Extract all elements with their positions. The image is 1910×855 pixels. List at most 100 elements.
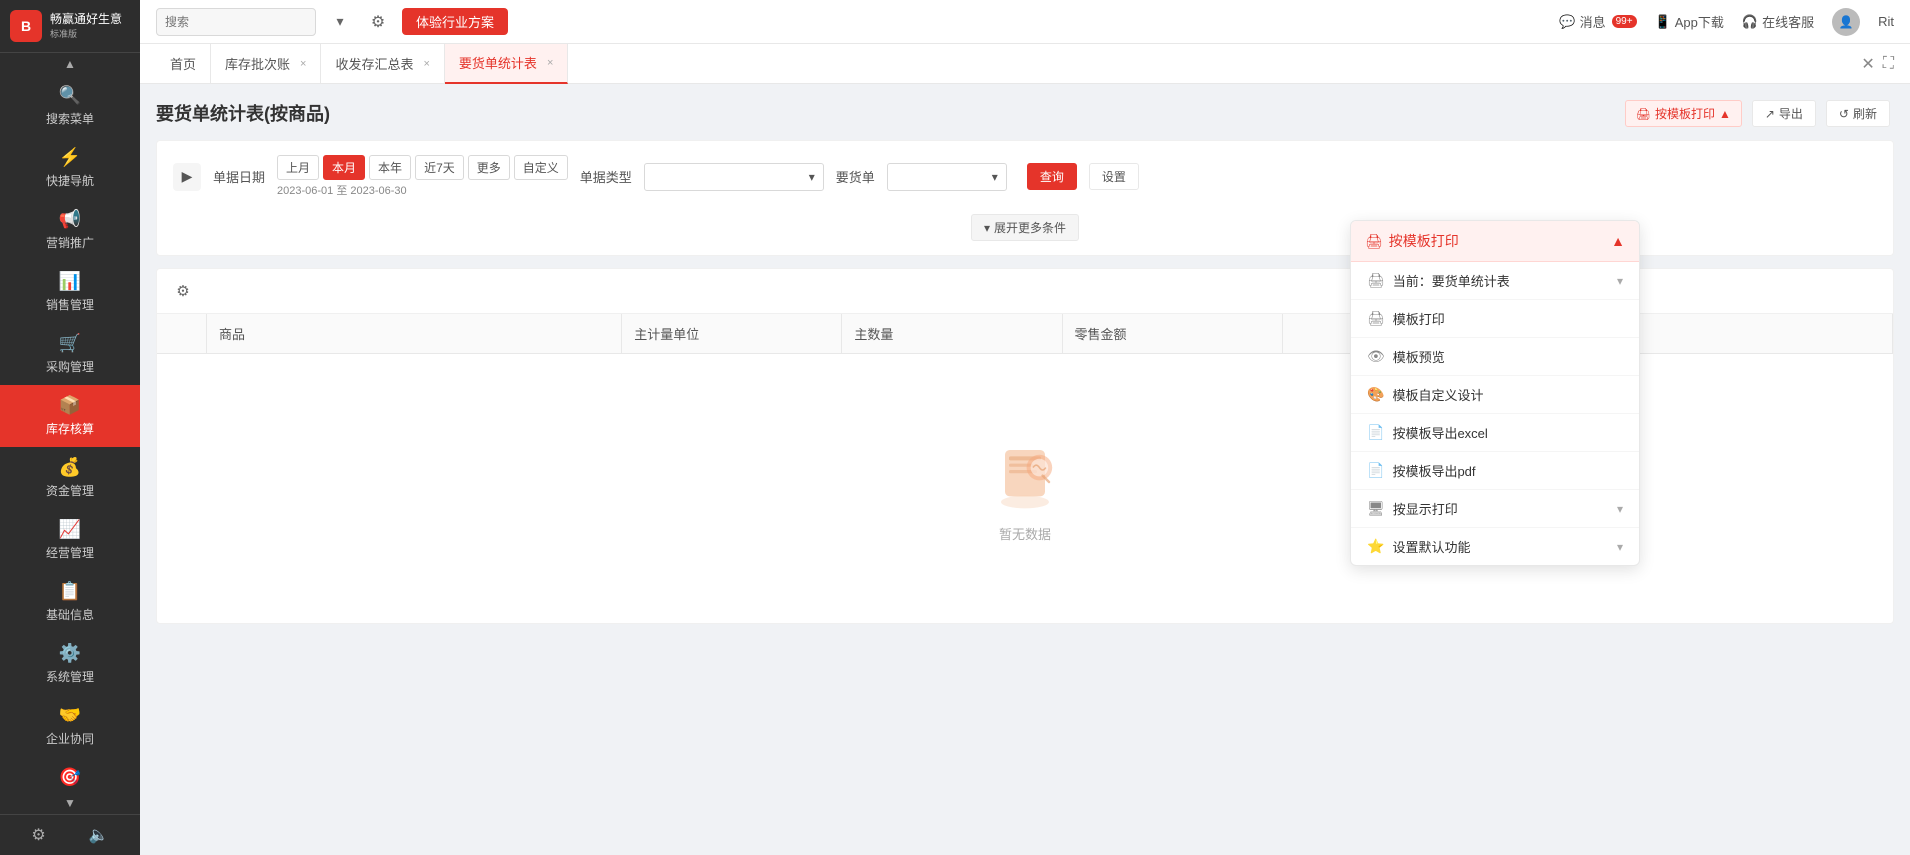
chevron-up-icon: ▲ bbox=[1719, 107, 1731, 121]
guide-icon: 🎯 bbox=[59, 767, 81, 788]
print-dropdown-export-excel[interactable]: 📄 按模板导出excel bbox=[1351, 414, 1639, 452]
system-icon: ⚙️ bbox=[59, 643, 81, 664]
export-btn[interactable]: ↗ 导出 bbox=[1752, 100, 1816, 127]
export-pdf-icon: 📄 bbox=[1367, 462, 1384, 479]
tab-payment-summary[interactable]: 收发存汇总表 × bbox=[321, 44, 444, 84]
basic-icon: 📋 bbox=[59, 581, 81, 602]
print-dropdown-display-print[interactable]: 🖥 按显示打印 ▾ bbox=[1351, 490, 1639, 528]
sidebar-scroll-up[interactable]: ▲ bbox=[0, 53, 140, 75]
service-icon: 🎧 bbox=[1742, 14, 1758, 30]
sidebar-item-search[interactable]: 🔍 搜索菜单 bbox=[0, 75, 140, 137]
avatar[interactable]: 👤 bbox=[1832, 8, 1860, 36]
print-dropdown-template-custom[interactable]: 🎨 模板自定义设计 bbox=[1351, 376, 1639, 414]
sidebar-item-label: 库存核算 bbox=[46, 420, 94, 437]
print-dropdown-template-preview[interactable]: 👁 模板预览 bbox=[1351, 338, 1639, 376]
print-dropdown-template-print[interactable]: 🖨 模板打印 bbox=[1351, 300, 1639, 338]
filter-expand-btn[interactable]: ▶ bbox=[173, 163, 201, 191]
date-range-text: 2023-06-01 至 2023-06-30 bbox=[277, 182, 568, 198]
sidebar-item-marketing[interactable]: 📢 营销推广 bbox=[0, 199, 140, 261]
main-area: ▾ ⚙ 体验行业方案 💬 消息 99+ 📱 App下载 🎧 在线客服 👤 Rit bbox=[140, 0, 1910, 855]
query-btn[interactable]: 查询 bbox=[1027, 163, 1077, 190]
settings-footer-btn[interactable]: ⚙ bbox=[31, 825, 45, 845]
print-dropdown-close-chevron[interactable]: ▲ bbox=[1611, 233, 1625, 249]
sidebar-scroll-down[interactable]: ▼ bbox=[0, 792, 140, 814]
tab-order-stats[interactable]: 要货单统计表 × bbox=[445, 44, 568, 84]
tab-home[interactable]: 首页 bbox=[156, 44, 211, 84]
date-btn-7days[interactable]: 近7天 bbox=[415, 155, 464, 180]
tabbar-right: ✕ ⛶ bbox=[1861, 54, 1894, 74]
print-template-btn[interactable]: 🖨 按模板打印 ▲ bbox=[1625, 100, 1742, 127]
template-preview-icon: 👁 bbox=[1367, 348, 1385, 365]
date-btn-this-month[interactable]: 本月 bbox=[323, 155, 365, 180]
search-input[interactable] bbox=[156, 8, 316, 36]
date-btn-more[interactable]: 更多 bbox=[468, 155, 510, 180]
display-print-sub: 按显示打印 ▾ bbox=[1393, 499, 1623, 518]
tab-close-payment-summary[interactable]: × bbox=[423, 58, 429, 70]
audio-footer-btn[interactable]: 🔈 bbox=[89, 825, 109, 845]
expand-more-icon: ▾ bbox=[984, 221, 990, 235]
date-filter-group: 上月 本月 本年 近7天 更多 自定义 2023-06-01 至 2023-06… bbox=[277, 155, 568, 198]
sidebar-item-label: 采购管理 bbox=[46, 358, 94, 375]
template-print-icon: 🖨 bbox=[1367, 310, 1385, 327]
print-dropdown-current-template[interactable]: 🖨 当前：要货单统计表 ▾ bbox=[1351, 262, 1639, 300]
export-icon: ↗ bbox=[1765, 107, 1775, 121]
settings-btn[interactable]: 设置 bbox=[1089, 163, 1139, 190]
sidebar-item-basic[interactable]: 📋 基础信息 bbox=[0, 571, 140, 633]
type-select-chevron: ▾ bbox=[809, 170, 815, 184]
expand-more-conditions-btn[interactable]: ▾ 展开更多条件 bbox=[971, 214, 1079, 241]
date-filter-label: 单据日期 bbox=[213, 167, 265, 186]
topbar-gear-btn[interactable]: ⚙ bbox=[364, 8, 392, 36]
logo-icon: B bbox=[10, 10, 42, 42]
date-btn-custom[interactable]: 自定义 bbox=[514, 155, 568, 180]
online-service-btn[interactable]: 🎧 在线客服 bbox=[1742, 12, 1814, 31]
print-dropdown: 🖨 按模板打印 ▲ 🖨 当前：要货单统计表 ▾ 🖨 模板打印 bbox=[1350, 220, 1640, 566]
type-select[interactable]: ▾ bbox=[644, 163, 824, 191]
content-actions: 🖨 按模板打印 ▲ ↗ 导出 ↺ 刷新 bbox=[1625, 100, 1890, 127]
print-dropdown-header: 🖨 按模板打印 ▲ bbox=[1351, 221, 1639, 262]
sidebar-item-enterprise[interactable]: 🤝 企业协同 bbox=[0, 695, 140, 757]
yaohuodan-label: 要货单 bbox=[836, 167, 875, 186]
display-print-icon: 🖥 bbox=[1367, 500, 1385, 517]
shortcut-icon: ⚡ bbox=[59, 147, 81, 168]
print-dropdown-set-default[interactable]: ⭐ 设置默认功能 ▾ bbox=[1351, 528, 1639, 565]
finance-icon: 💰 bbox=[59, 457, 81, 478]
sidebar-item-inventory[interactable]: 📦 库存核算 bbox=[0, 385, 140, 447]
sidebar: B 畅赢通好生意 标准版 ▲ 🔍 搜索菜单 ⚡ 快捷导航 📢 营销推广 📊 销售… bbox=[0, 0, 140, 855]
table-column-settings-btn[interactable]: ⚙ bbox=[169, 277, 197, 305]
empty-icon bbox=[985, 434, 1065, 514]
export-excel-icon: 📄 bbox=[1367, 424, 1384, 441]
print-dropdown-title: 🖨 按模板打印 bbox=[1365, 231, 1459, 251]
tabbar: 首页 库存批次账 × 收发存汇总表 × 要货单统计表 × ✕ ⛶ bbox=[140, 44, 1910, 84]
tab-close-inventory-batch[interactable]: × bbox=[300, 58, 306, 70]
experience-btn[interactable]: 体验行业方案 bbox=[402, 8, 508, 35]
app-logo: B 畅赢通好生意 标准版 bbox=[0, 0, 140, 53]
tab-inventory-batch[interactable]: 库存批次账 × bbox=[211, 44, 321, 84]
sidebar-item-operations[interactable]: 📈 经营管理 bbox=[0, 509, 140, 571]
sidebar-item-label: 销售管理 bbox=[46, 296, 94, 313]
yaohuodan-select[interactable]: ▾ bbox=[887, 163, 1007, 191]
refresh-btn[interactable]: ↺ 刷新 bbox=[1826, 100, 1890, 127]
app-badge: 标准版 bbox=[50, 27, 122, 40]
topbar-right: 💬 消息 99+ 📱 App下载 🎧 在线客服 👤 Rit bbox=[1559, 8, 1894, 36]
search-dropdown-btn[interactable]: ▾ bbox=[326, 8, 354, 36]
sidebar-item-finance[interactable]: 💰 资金管理 bbox=[0, 447, 140, 509]
print-dropdown-export-pdf[interactable]: 📄 按模板导出pdf bbox=[1351, 452, 1639, 490]
date-btn-this-year[interactable]: 本年 bbox=[369, 155, 411, 180]
date-btn-last-month[interactable]: 上月 bbox=[277, 155, 319, 180]
sales-icon: 📊 bbox=[59, 271, 81, 292]
enterprise-icon: 🤝 bbox=[59, 705, 81, 726]
sidebar-item-system[interactable]: ⚙️ 系统管理 bbox=[0, 633, 140, 695]
sidebar-item-label: 企业协同 bbox=[46, 730, 94, 747]
sidebar-item-label: 营销推广 bbox=[46, 234, 94, 251]
tab-close-order-stats[interactable]: × bbox=[547, 57, 553, 69]
display-print-chevron: ▾ bbox=[1617, 502, 1623, 516]
sidebar-item-guide[interactable]: 🎯 新手引导 bbox=[0, 757, 140, 792]
sidebar-item-shortcut[interactable]: ⚡ 快捷导航 bbox=[0, 137, 140, 199]
messages-btn[interactable]: 💬 消息 99+ bbox=[1559, 12, 1636, 31]
app-download-btn[interactable]: 📱 App下载 bbox=[1655, 12, 1724, 31]
sidebar-item-sales[interactable]: 📊 销售管理 bbox=[0, 261, 140, 323]
sidebar-item-purchase[interactable]: 🛒 采购管理 bbox=[0, 323, 140, 385]
close-tab-btn[interactable]: ✕ bbox=[1861, 54, 1874, 74]
set-default-icon: ⭐ bbox=[1367, 538, 1384, 555]
expand-tab-btn[interactable]: ⛶ bbox=[1883, 55, 1894, 73]
